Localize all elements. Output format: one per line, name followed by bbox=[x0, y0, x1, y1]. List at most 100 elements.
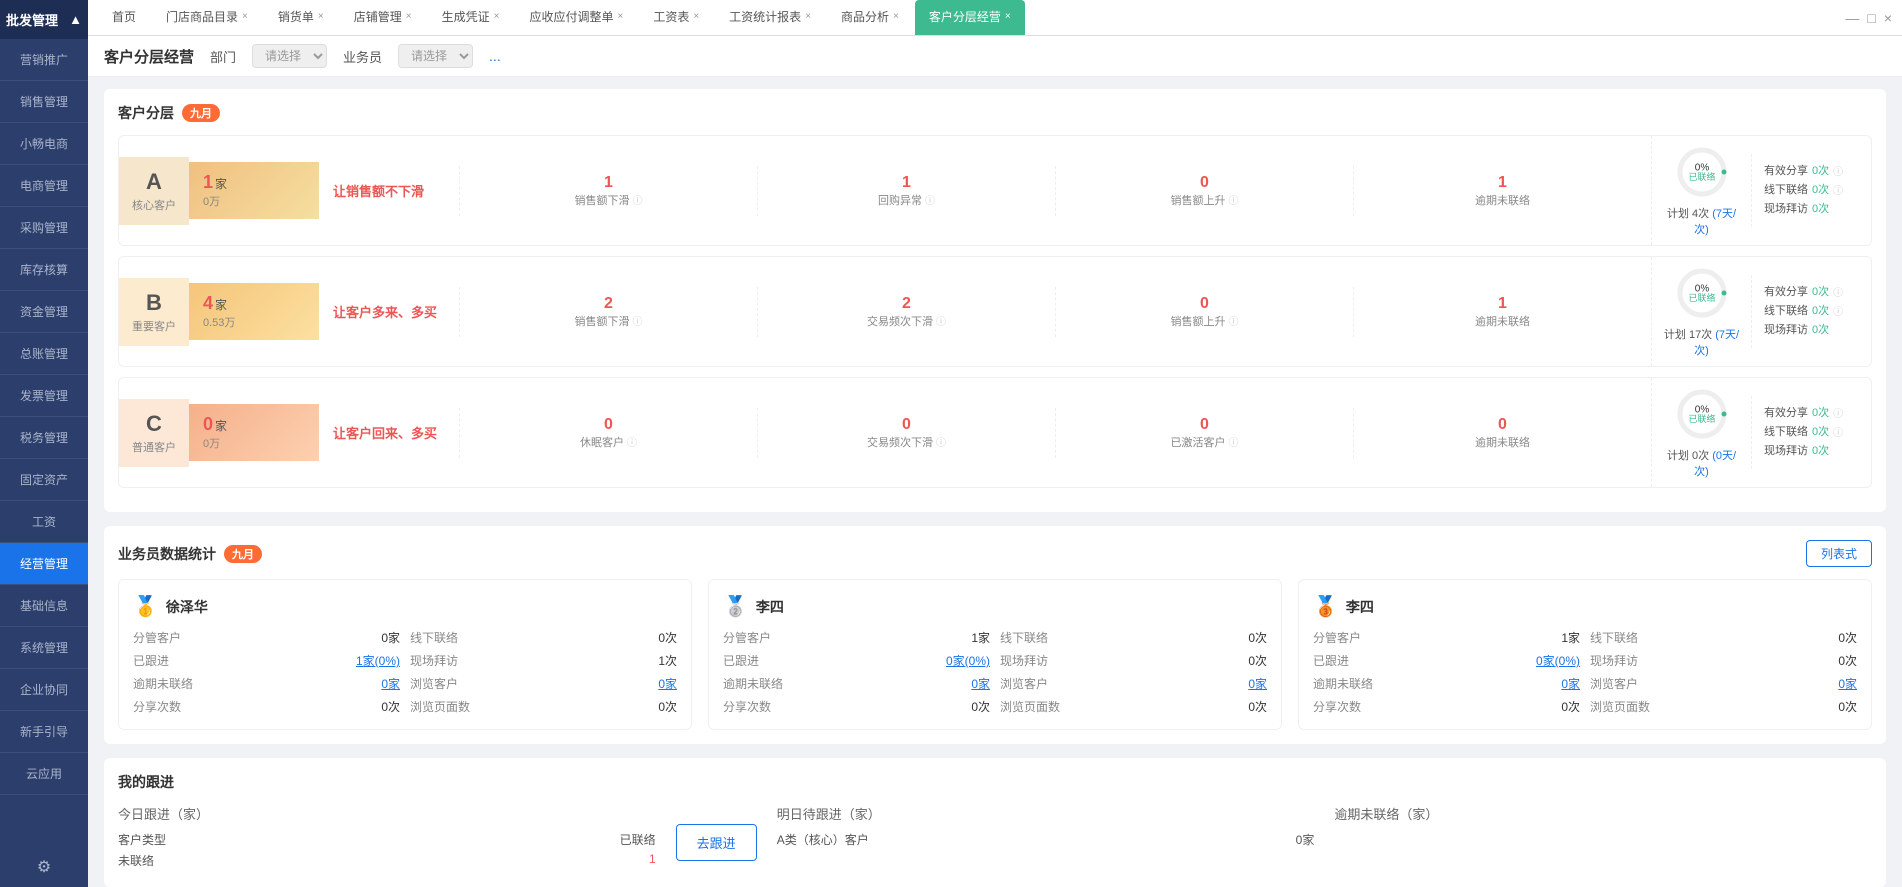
tier-stat-b-3[interactable]: 0 销售额上升ⓘ bbox=[1055, 287, 1353, 337]
sidebar-item-ledger[interactable]: 总账管理 bbox=[0, 333, 88, 375]
close-icon[interactable]: × bbox=[494, 11, 500, 22]
info-icon[interactable]: ⓘ bbox=[1833, 405, 1843, 420]
tab-home[interactable]: 首页 bbox=[98, 0, 150, 35]
close-window-icon[interactable]: × bbox=[1884, 10, 1892, 26]
tab-ar-ap[interactable]: 应收应付调整单 × bbox=[515, 0, 637, 35]
goto-followup-button[interactable]: 去跟进 bbox=[676, 824, 757, 861]
close-icon[interactable]: × bbox=[693, 11, 699, 22]
tab-sales-order[interactable]: 销货单 × bbox=[264, 0, 338, 35]
sidebar-item-finance[interactable]: 资金管理 bbox=[0, 291, 88, 333]
info-icon[interactable]: ⓘ bbox=[1833, 182, 1843, 197]
tab-store-products[interactable]: 门店商品目录 × bbox=[152, 0, 262, 35]
biz-row: 浏览客户0家 bbox=[1590, 675, 1857, 692]
sidebar-item-cloud[interactable]: 云应用 bbox=[0, 753, 88, 795]
close-icon[interactable]: × bbox=[805, 11, 811, 22]
sidebar-item-ecommerce-small[interactable]: 小畅电商 bbox=[0, 123, 88, 165]
stat-num: 1 bbox=[472, 174, 745, 192]
tab-payroll-report[interactable]: 工资统计报表 × bbox=[715, 0, 825, 35]
tier-count-unit-a: 家 bbox=[215, 175, 227, 192]
sidebar-item-assets[interactable]: 固定资产 bbox=[0, 459, 88, 501]
tier-stat-a-2[interactable]: 1 回购异常 ⓘ bbox=[757, 166, 1055, 216]
sidebar-title: 批发管理 bbox=[6, 10, 58, 29]
info-icon[interactable]: ⓘ bbox=[633, 313, 643, 328]
tier-name-a: 核心客户 bbox=[131, 197, 177, 213]
biz-row: 分管客户0家 bbox=[133, 629, 400, 646]
info-icon[interactable]: ⓘ bbox=[925, 192, 935, 207]
tab-label: 工资表 bbox=[653, 8, 689, 25]
tab-product-analysis[interactable]: 商品分析 × bbox=[827, 0, 913, 35]
maximize-icon[interactable]: □ bbox=[1867, 10, 1875, 26]
close-icon[interactable]: × bbox=[242, 11, 248, 22]
customer-segment-section: 客户分层 九月 A 核心客户 1 家 0万 让销售额不下滑 bbox=[104, 89, 1886, 512]
tier-stat-a-1[interactable]: 1 销售额下滑 ⓘ bbox=[459, 166, 757, 216]
tier-amount-b: 0.53万 bbox=[203, 314, 305, 330]
tab-store-mgmt[interactable]: 店铺管理 × bbox=[340, 0, 426, 35]
info-icon[interactable]: ⓘ bbox=[627, 434, 637, 449]
tab-voucher[interactable]: 生成凭证 × bbox=[428, 0, 514, 35]
sidebar-settings[interactable]: ⚙ bbox=[0, 847, 88, 887]
sidebar-item-inventory[interactable]: 库存核算 bbox=[0, 249, 88, 291]
sidebar-item-label: 基础信息 bbox=[6, 597, 82, 614]
biz-agent-grid-1: 分管客户1家 线下联络0次 已跟进0家(0%) 现场拜访0次 逾期未联络0家 浏… bbox=[723, 629, 1267, 715]
minimize-icon[interactable]: — bbox=[1845, 10, 1859, 26]
tier-stat-c-4[interactable]: 0 逾期未联络 bbox=[1353, 408, 1651, 458]
list-view-button[interactable]: 列表式 bbox=[1806, 540, 1872, 567]
info-icon[interactable]: ⓘ bbox=[1833, 163, 1843, 178]
close-icon[interactable]: × bbox=[893, 11, 899, 22]
tier-count-unit-b: 家 bbox=[215, 296, 227, 313]
medal-icon-2: 🥉 bbox=[1313, 594, 1338, 619]
info-icon[interactable]: ⓘ bbox=[936, 434, 946, 449]
biz-card-2: 🥉 李四 分管客户1家 线下联络0次 已跟进0家(0%) 现场拜访0次 逾期未联… bbox=[1298, 579, 1872, 730]
followup-tomorrow-row-1: A类（核心）客户 0家 bbox=[777, 831, 1315, 848]
followup-col-title-1: 今日跟进（家） bbox=[118, 804, 656, 823]
info-icon[interactable]: ⓘ bbox=[1229, 434, 1239, 449]
sidebar-item-payroll[interactable]: 工资 bbox=[0, 501, 88, 543]
biz-row: 浏览页面数0次 bbox=[1590, 698, 1857, 715]
close-icon[interactable]: × bbox=[318, 11, 324, 22]
info-icon[interactable]: ⓘ bbox=[1229, 192, 1239, 207]
sidebar-item-label: 云应用 bbox=[6, 765, 82, 782]
sidebar-item-invoice[interactable]: 发票管理 bbox=[0, 375, 88, 417]
sidebar-item-tax[interactable]: 税务管理 bbox=[0, 417, 88, 459]
info-icon[interactable]: ⓘ bbox=[1229, 313, 1239, 328]
sidebar-item-management[interactable]: 经营管理 bbox=[0, 543, 88, 585]
sidebar-item-marketing[interactable]: 营销推广 bbox=[0, 39, 88, 81]
close-icon[interactable]: × bbox=[1005, 11, 1011, 22]
biz-row: 分管客户1家 bbox=[723, 629, 990, 646]
tier-stat-b-2[interactable]: 2 交易频次下滑ⓘ bbox=[757, 287, 1055, 337]
close-icon[interactable]: × bbox=[617, 11, 623, 22]
info-icon[interactable]: ⓘ bbox=[1833, 424, 1843, 439]
tier-stat-a-4[interactable]: 1 逾期未联络 bbox=[1353, 166, 1651, 216]
close-icon[interactable]: × bbox=[406, 11, 412, 22]
more-button[interactable]: ... bbox=[489, 48, 501, 64]
sidebar-item-guide[interactable]: 新手引导 bbox=[0, 711, 88, 753]
info-icon[interactable]: ⓘ bbox=[936, 313, 946, 328]
salesperson-select[interactable]: 请选择 bbox=[398, 44, 473, 68]
sidebar-item-base[interactable]: 基础信息 bbox=[0, 585, 88, 627]
followup-header: 我的跟进 bbox=[118, 772, 1872, 792]
tier-stat-b-1[interactable]: 2 销售额下滑ⓘ bbox=[459, 287, 757, 337]
info-icon[interactable]: ⓘ bbox=[1833, 303, 1843, 318]
tier-stat-c-2[interactable]: 0 交易频次下滑ⓘ bbox=[757, 408, 1055, 458]
biz-stats-header: 业务员数据统计 九月 列表式 bbox=[118, 540, 1872, 567]
sidebar-top[interactable]: 批发管理 ▲ bbox=[0, 0, 88, 39]
sidebar-item-sales[interactable]: 销售管理 bbox=[0, 81, 88, 123]
sidebar-item-system[interactable]: 系统管理 bbox=[0, 627, 88, 669]
sidebar-item-collab[interactable]: 企业协同 bbox=[0, 669, 88, 711]
tab-customer-segment[interactable]: 客户分层经营 × bbox=[915, 0, 1025, 35]
tier-letter-a: A bbox=[131, 169, 177, 195]
tier-stat-b-4[interactable]: 1 逾期未联络 bbox=[1353, 287, 1651, 337]
sidebar-item-purchase[interactable]: 采购管理 bbox=[0, 207, 88, 249]
dept-select[interactable]: 请选择 bbox=[252, 44, 327, 68]
info-icon[interactable]: ⓘ bbox=[633, 192, 643, 207]
info-icon[interactable]: ⓘ bbox=[1833, 284, 1843, 299]
tab-payroll-sheet[interactable]: 工资表 × bbox=[639, 0, 713, 35]
sidebar-collapse-icon[interactable]: ▲ bbox=[69, 12, 82, 27]
tier-stat-a-3[interactable]: 0 销售额上升 ⓘ bbox=[1055, 166, 1353, 216]
tier-stat-c-1[interactable]: 0 休眠客户ⓘ bbox=[459, 408, 757, 458]
tab-window-controls: — □ × bbox=[1845, 10, 1892, 26]
stat-label: 回购异常 ⓘ bbox=[770, 192, 1043, 208]
sidebar-item-ecommerce[interactable]: 电商管理 bbox=[0, 165, 88, 207]
svg-text:已联络: 已联络 bbox=[1688, 171, 1715, 182]
tier-stat-c-3[interactable]: 0 已激活客户ⓘ bbox=[1055, 408, 1353, 458]
